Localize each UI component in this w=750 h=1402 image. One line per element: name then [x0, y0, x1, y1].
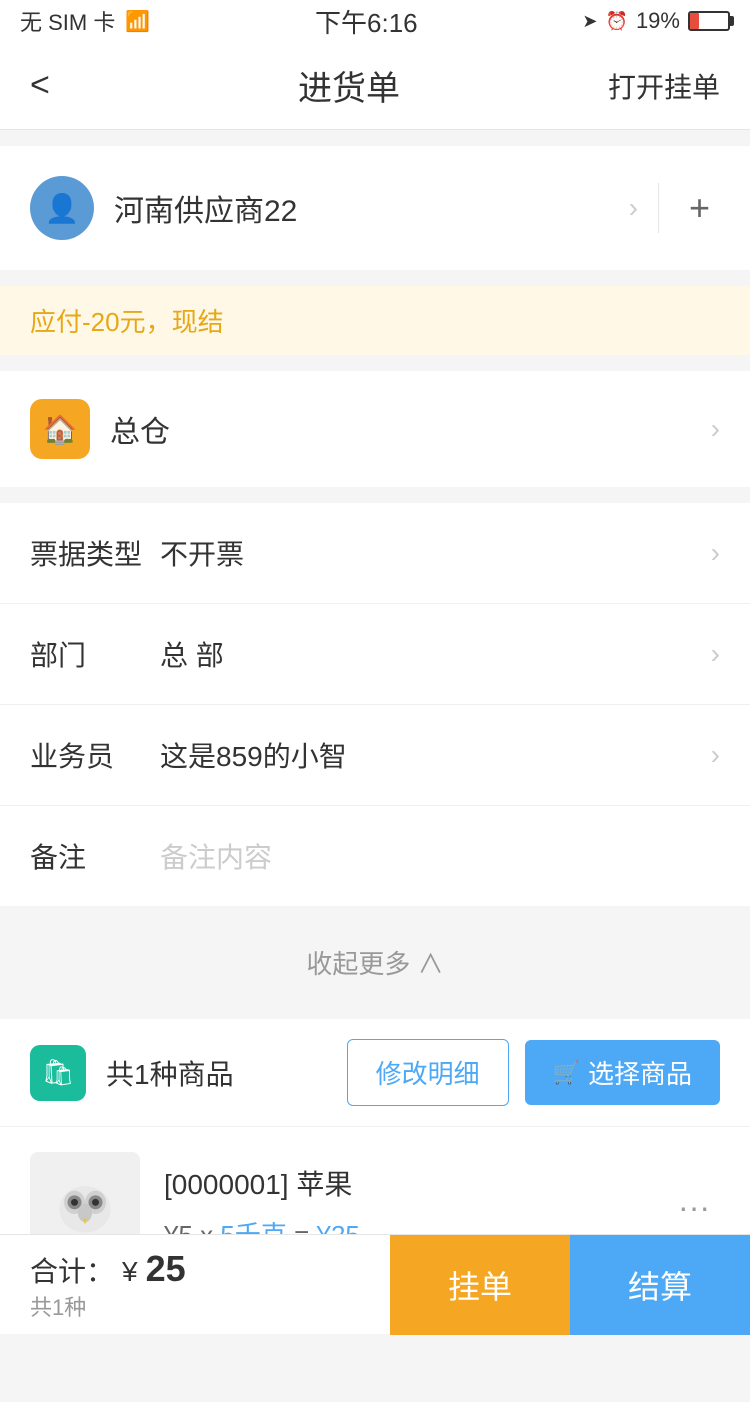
wifi-icon: 📶 — [125, 9, 150, 34]
status-bar: 无 SIM 卡 📶 下午6:16 ➤ ⏰ 19% — [0, 0, 750, 42]
warehouse-section[interactable]: 🏠 总仓 › — [0, 371, 750, 487]
invoice-chevron-icon: › — [711, 537, 720, 569]
salesperson-label: 业务员 — [30, 735, 160, 775]
invoice-type-value: 不开票 — [160, 533, 711, 573]
alarm-icon: ⏰ — [606, 11, 628, 32]
settle-button[interactable]: 结算 — [570, 1235, 750, 1335]
salesperson-chevron-icon: › — [711, 739, 720, 771]
warehouse-icon: 🏠 — [30, 399, 90, 459]
add-supplier-button[interactable]: + — [679, 187, 720, 229]
department-label: 部门 — [30, 634, 160, 674]
footer-bar: 合计： ¥ 25 共1种 挂单 结算 — [0, 1234, 750, 1334]
form-section: 票据类型 不开票 › 部门 总 部 › 业务员 这是859的小智 › 备注 备注… — [0, 503, 750, 906]
edit-detail-button[interactable]: 修改明细 — [347, 1039, 509, 1106]
supplier-section: 👤 河南供应商22 › + — [0, 146, 750, 270]
remarks-label: 备注 — [30, 836, 160, 876]
location-icon: ➤ — [582, 11, 597, 32]
invoice-type-row[interactable]: 票据类型 不开票 › — [0, 503, 750, 604]
house-icon: 🏠 — [43, 413, 78, 446]
department-row[interactable]: 部门 总 部 › — [0, 604, 750, 705]
products-count: 共1种商品 — [106, 1053, 347, 1093]
invoice-type-label: 票据类型 — [30, 533, 160, 573]
supplier-name: 河南供应商22 — [114, 186, 629, 230]
products-icon: 🛍 — [30, 1045, 86, 1101]
warehouse-chevron-icon: › — [711, 413, 720, 445]
supplier-avatar: 👤 — [30, 176, 94, 240]
product-code: [0000001] 苹果 — [164, 1169, 352, 1200]
back-button[interactable]: < — [30, 66, 90, 105]
carrier-label: 无 SIM 卡 — [20, 5, 115, 37]
total-currency: ¥ — [122, 1256, 138, 1288]
cart-icon: 🛍 — [41, 1057, 74, 1088]
salesperson-row[interactable]: 业务员 这是859的小智 › — [0, 705, 750, 806]
footer-total: 合计： ¥ 25 共1种 — [0, 1248, 390, 1322]
product-name: [0000001] 苹果 — [164, 1163, 668, 1203]
status-left: 无 SIM 卡 📶 — [20, 5, 150, 37]
owl-logo — [50, 1172, 120, 1242]
open-hang-button[interactable]: 打开挂单 — [608, 66, 720, 106]
avatar-icon: 👤 — [45, 192, 80, 225]
supplier-chevron-icon: › — [629, 192, 638, 224]
supplier-row[interactable]: 👤 河南供应商22 › + — [0, 146, 750, 270]
status-right: ➤ ⏰ 19% — [582, 8, 730, 34]
remarks-row[interactable]: 备注 备注内容 — [0, 806, 750, 906]
collapse-button[interactable]: 收起更多 ∧ — [0, 922, 750, 1003]
total-main: 合计： ¥ 25 — [30, 1248, 360, 1290]
page-title: 进货单 — [298, 61, 400, 110]
total-sub: 共1种 — [30, 1290, 360, 1322]
products-header: 🛍 共1种商品 修改明细 🛒 选择商品 — [0, 1019, 750, 1127]
total-label: 合计： — [30, 1250, 114, 1290]
nav-bar: < 进货单 打开挂单 — [0, 42, 750, 130]
warehouse-name: 总仓 — [110, 407, 711, 451]
warning-banner: 应付-20元，现结 — [0, 286, 750, 355]
salesperson-value: 这是859的小智 — [160, 735, 711, 775]
select-product-button[interactable]: 🛒 选择商品 — [525, 1040, 720, 1105]
more-options-button[interactable]: ··· — [668, 1179, 720, 1236]
remarks-input[interactable]: 备注内容 — [160, 836, 720, 876]
battery-label: 19% — [636, 8, 680, 34]
select-icon: 🛒 — [553, 1060, 580, 1086]
department-value: 总 部 — [160, 634, 711, 674]
battery-icon — [688, 11, 730, 31]
department-chevron-icon: › — [711, 638, 720, 670]
hang-button[interactable]: 挂单 — [390, 1235, 570, 1335]
divider — [658, 183, 659, 233]
total-amount: 25 — [146, 1248, 186, 1290]
status-time: 下午6:16 — [315, 3, 418, 40]
